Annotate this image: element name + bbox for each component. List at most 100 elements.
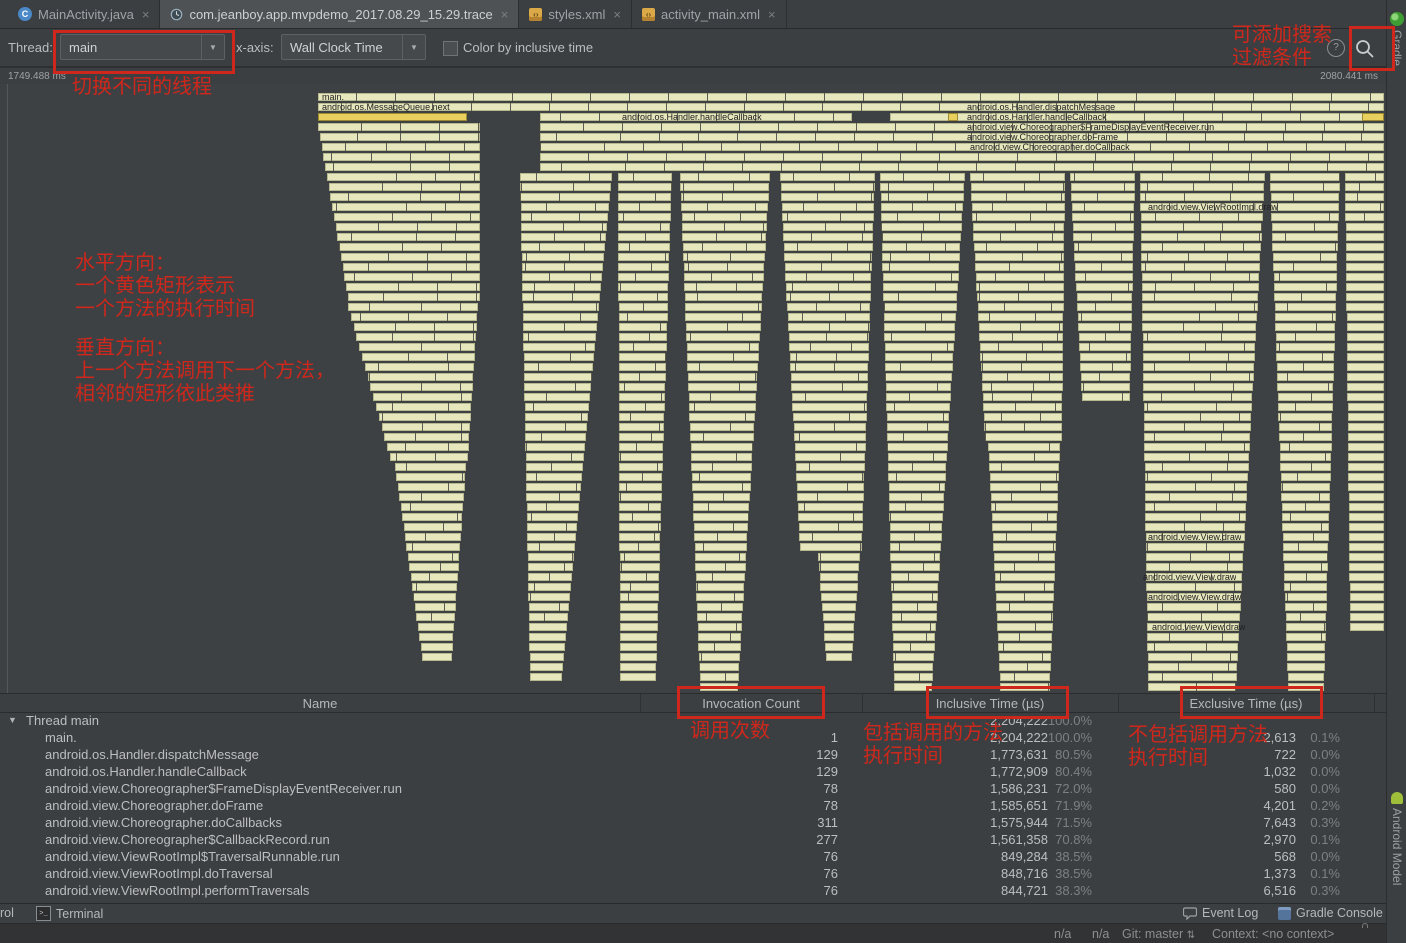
flame-bar[interactable] <box>1145 523 1246 531</box>
flame-bar[interactable] <box>792 413 867 421</box>
flame-bar[interactable] <box>972 213 1065 221</box>
flame-bar[interactable] <box>524 413 588 421</box>
flame-bar[interactable] <box>387 443 469 451</box>
git-branch-widget[interactable]: Git: master ⇅ <box>1122 927 1195 941</box>
header-exclusive-time[interactable]: Exclusive Time (µs) <box>1118 696 1374 711</box>
flame-bar[interactable] <box>975 273 1064 281</box>
flame-bar[interactable] <box>783 243 873 251</box>
flame-bar[interactable] <box>1270 173 1340 181</box>
flame-bar[interactable] <box>524 403 589 411</box>
flame-bar[interactable] <box>523 363 593 371</box>
flame-bar[interactable] <box>680 173 770 181</box>
flame-bar[interactable] <box>689 413 755 421</box>
flame-bar[interactable] <box>995 593 1054 601</box>
flame-bar[interactable] <box>686 343 760 351</box>
flame-bar[interactable] <box>780 183 875 191</box>
flame-bar[interactable] <box>396 473 466 481</box>
flame-bar[interactable] <box>826 653 852 661</box>
table-row[interactable]: android.view.Choreographer.doCallbacks 31… <box>0 814 1386 831</box>
flame-bar[interactable] <box>337 233 480 241</box>
flame-bar[interactable] <box>696 603 744 611</box>
flame-bar[interactable] <box>1345 233 1384 241</box>
flame-bar[interactable] <box>979 343 1064 351</box>
flame-bar[interactable] <box>991 513 1058 521</box>
flame-bar[interactable] <box>692 483 751 491</box>
flame-bar[interactable] <box>1146 563 1243 571</box>
table-row[interactable]: android.view.ViewRootImpl$TraversalRunna… <box>0 848 1386 865</box>
flame-bar[interactable] <box>1347 383 1384 391</box>
flame-bar[interactable] <box>693 513 749 521</box>
flame-bar[interactable] <box>980 353 1063 361</box>
flame-bar[interactable] <box>687 373 758 381</box>
flame-bar[interactable] <box>619 603 659 611</box>
flame-bar[interactable] <box>891 593 938 601</box>
flame-bar[interactable] <box>1349 563 1384 571</box>
flame-bar[interactable] <box>1347 363 1384 371</box>
flame-bar[interactable] <box>1140 223 1263 231</box>
flame-bar-selected[interactable] <box>1362 113 1384 121</box>
flame-bar[interactable] <box>1347 433 1384 441</box>
flame-bar[interactable] <box>681 223 767 231</box>
flame-bar[interactable] <box>824 633 854 641</box>
flame-bar[interactable] <box>422 653 452 661</box>
flame-bar[interactable] <box>342 263 480 271</box>
flame-bar[interactable] <box>883 313 956 321</box>
flame-bar[interactable] <box>397 483 465 491</box>
flame-bar[interactable] <box>1079 353 1131 361</box>
flame-bar[interactable] <box>1349 553 1384 561</box>
flame-bar[interactable] <box>988 453 1060 461</box>
flame-bar[interactable] <box>786 293 871 301</box>
flame-bar[interactable] <box>1348 453 1384 461</box>
flame-bar-selected[interactable] <box>948 113 958 121</box>
flame-bar[interactable] <box>890 553 941 561</box>
flame-bar[interactable] <box>682 233 767 241</box>
flame-bar[interactable] <box>886 413 950 421</box>
flame-bar[interactable] <box>789 343 870 351</box>
flame-bar[interactable] <box>894 683 932 691</box>
android-model-tool-button[interactable]: Android Model <box>1390 808 1404 885</box>
flame-bar[interactable] <box>618 173 672 181</box>
flame-bar[interactable] <box>886 423 949 431</box>
flame-bar[interactable] <box>395 463 466 471</box>
flame-bar[interactable] <box>683 253 765 261</box>
flame-bar[interactable] <box>989 473 1059 481</box>
flame-bar[interactable] <box>527 553 574 561</box>
flame-bar[interactable] <box>990 493 1058 501</box>
flame-bar[interactable] <box>1071 203 1135 211</box>
flame-bar[interactable] <box>1278 413 1333 421</box>
flame-bar[interactable] <box>790 373 868 381</box>
header-inclusive-time[interactable]: Inclusive Time (µs) <box>862 696 1118 711</box>
flame-bar[interactable] <box>1147 633 1239 641</box>
flame-bar[interactable] <box>619 453 664 461</box>
flame-bar[interactable] <box>540 143 1384 151</box>
flame-bar[interactable] <box>1077 303 1133 311</box>
color-by-inclusive-checkbox[interactable] <box>443 41 458 56</box>
flame-bar[interactable] <box>1349 573 1384 581</box>
flame-bar[interactable] <box>681 213 768 221</box>
flame-bar[interactable] <box>998 653 1052 661</box>
flame-bar[interactable] <box>1073 243 1134 251</box>
flame-bar[interactable] <box>784 253 873 261</box>
flame-bar[interactable] <box>685 313 762 321</box>
flame-bar[interactable] <box>618 363 666 371</box>
flame-bar[interactable] <box>889 513 943 521</box>
flame-bar[interactable] <box>1270 183 1340 191</box>
flame-bar[interactable] <box>1274 293 1337 301</box>
flame-bar[interactable] <box>1284 573 1328 581</box>
flame-bar[interactable] <box>697 613 743 621</box>
flame-bar[interactable] <box>1078 333 1132 341</box>
flame-bar[interactable] <box>793 423 867 431</box>
flame-bar[interactable] <box>1071 193 1135 201</box>
flame-bar[interactable] <box>318 103 1384 111</box>
flame-bar[interactable] <box>618 403 665 411</box>
flame-bar[interactable] <box>882 253 960 261</box>
flame-chart[interactable]: main. android.os.MessageQueue.next android… <box>0 84 1386 693</box>
flame-bar[interactable] <box>1148 683 1236 691</box>
flame-bar[interactable] <box>1273 283 1337 291</box>
flame-bar[interactable] <box>526 483 581 491</box>
flame-bar[interactable] <box>977 303 1064 311</box>
flame-bar[interactable] <box>1345 213 1384 221</box>
flame-bar[interactable] <box>526 513 578 521</box>
flame-bar[interactable] <box>695 573 745 581</box>
flame-bar[interactable] <box>1279 443 1332 451</box>
